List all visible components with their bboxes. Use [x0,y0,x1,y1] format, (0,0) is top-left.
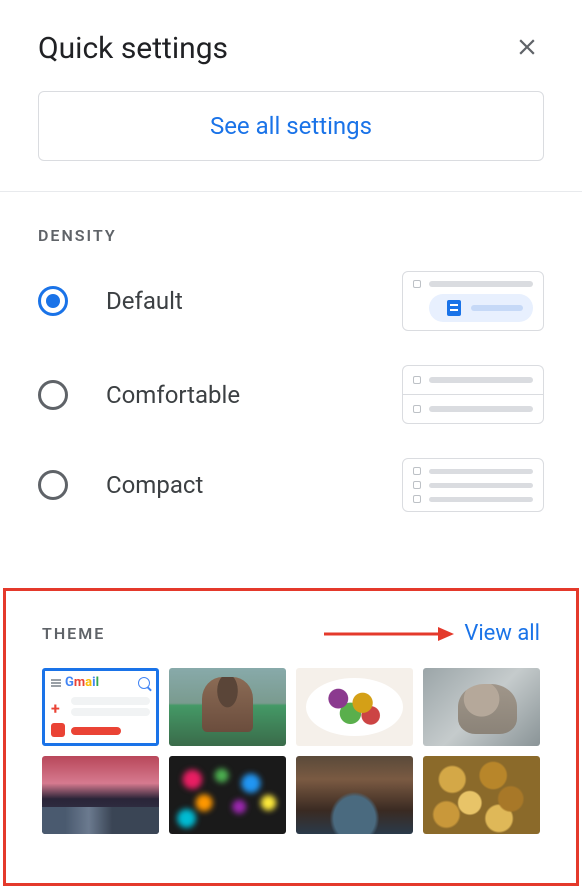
theme-tile-salad-bowl[interactable] [296,668,413,746]
density-option-compact[interactable]: Compact [38,458,544,512]
theme-tile-autumn-leaves[interactable] [423,756,540,834]
radio-unselected-icon[interactable] [38,380,68,410]
arrow-right-icon [324,625,454,643]
density-section-label: DENSITY [38,226,544,245]
panel-title: Quick settings [38,31,228,66]
density-label: Compact [106,471,402,499]
close-button[interactable] [510,30,544,67]
radio-unselected-icon[interactable] [38,470,68,500]
theme-section-label: THEME [42,624,105,643]
density-option-default[interactable]: Default [38,271,544,331]
annotation-arrow [165,625,454,643]
radio-selected-icon[interactable] [38,286,68,316]
density-preview-comfortable [402,365,544,424]
theme-tile-sunset-water[interactable] [42,756,159,834]
density-preview-default [402,271,544,331]
close-icon [514,34,540,60]
view-all-link[interactable]: View all [464,621,540,646]
theme-tile-canyon[interactable] [296,756,413,834]
annotation-highlight-box: THEME View all Gmail + [3,588,579,886]
divider [0,191,582,192]
density-preview-compact [402,458,544,512]
density-label: Comfortable [106,381,402,409]
theme-tile-portrait-photo[interactable] [169,668,286,746]
see-all-settings-button[interactable]: See all settings [38,91,544,161]
theme-tile-gmail-default[interactable]: Gmail + [42,668,159,746]
theme-tile-bokeh-lights[interactable] [169,756,286,834]
theme-tile-snow-monkey[interactable] [423,668,540,746]
density-option-comfortable[interactable]: Comfortable [38,365,544,424]
density-label: Default [106,287,402,315]
